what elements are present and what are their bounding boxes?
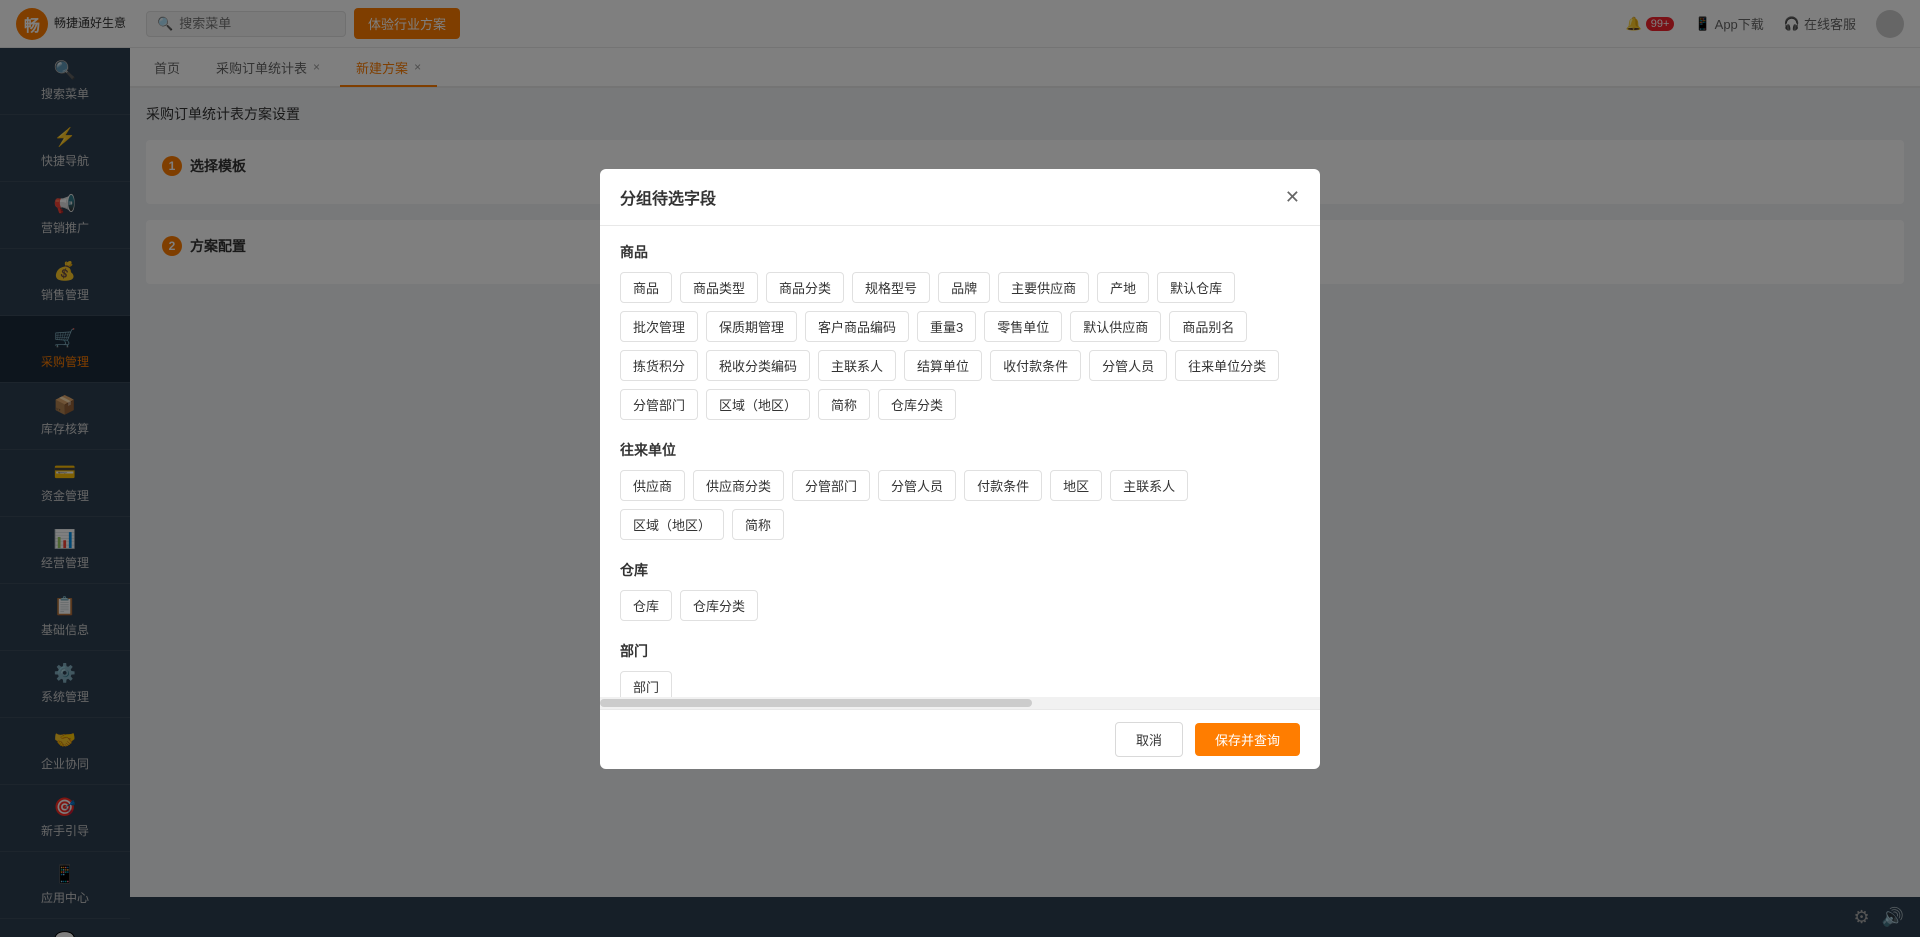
- field-tag[interactable]: 默认仓库: [1157, 272, 1235, 303]
- modal-body[interactable]: 商品 商品 商品类型 商品分类 规格型号 品牌 主要供应商 产地 默认仓库 批次…: [600, 226, 1320, 697]
- modal-title: 分组待选字段: [620, 185, 716, 209]
- field-tag[interactable]: 分管人员: [878, 470, 956, 501]
- modal-overlay: 分组待选字段 ✕ 商品 商品 商品类型 商品分类 规格型号 品牌 主要供应商 产…: [0, 0, 1920, 937]
- field-tag[interactable]: 客户商品编码: [805, 311, 909, 342]
- field-tag[interactable]: 重量3: [917, 311, 976, 342]
- field-tag[interactable]: 仓库分类: [878, 389, 956, 420]
- field-tag[interactable]: 地区: [1050, 470, 1102, 501]
- modal-close-button[interactable]: ✕: [1285, 188, 1300, 206]
- section-title-department: 部门: [620, 641, 1300, 661]
- field-select-modal: 分组待选字段 ✕ 商品 商品 商品类型 商品分类 规格型号 品牌 主要供应商 产…: [600, 169, 1320, 769]
- field-tag[interactable]: 区域（地区）: [706, 389, 810, 420]
- field-tag[interactable]: 批次管理: [620, 311, 698, 342]
- section-product: 商品 商品 商品类型 商品分类 规格型号 品牌 主要供应商 产地 默认仓库 批次…: [620, 242, 1300, 420]
- section-department: 部门 部门: [620, 641, 1300, 697]
- field-tag[interactable]: 仓库: [620, 590, 672, 621]
- cancel-button[interactable]: 取消: [1115, 722, 1183, 757]
- field-tag[interactable]: 规格型号: [852, 272, 930, 303]
- field-tag[interactable]: 供应商: [620, 470, 685, 501]
- product-tags: 商品 商品类型 商品分类 规格型号 品牌 主要供应商 产地 默认仓库 批次管理 …: [620, 272, 1300, 420]
- section-title-partner: 往来单位: [620, 440, 1300, 460]
- partner-tags: 供应商 供应商分类 分管部门 分管人员 付款条件 地区 主联系人 区域（地区） …: [620, 470, 1300, 540]
- section-title-warehouse: 仓库: [620, 560, 1300, 580]
- field-tag[interactable]: 供应商分类: [693, 470, 784, 501]
- scrollbar-thumb: [600, 699, 1032, 707]
- field-tag[interactable]: 付款条件: [964, 470, 1042, 501]
- field-tag[interactable]: 默认供应商: [1070, 311, 1161, 342]
- field-tag[interactable]: 主联系人: [818, 350, 896, 381]
- field-tag[interactable]: 往来单位分类: [1175, 350, 1279, 381]
- section-partner: 往来单位 供应商 供应商分类 分管部门 分管人员 付款条件 地区 主联系人 区域…: [620, 440, 1300, 540]
- horizontal-scrollbar[interactable]: [600, 697, 1320, 709]
- field-tag[interactable]: 商品别名: [1169, 311, 1247, 342]
- field-tag[interactable]: 商品: [620, 272, 672, 303]
- field-tag[interactable]: 仓库分类: [680, 590, 758, 621]
- modal-footer: 取消 保存并查询: [600, 709, 1320, 769]
- field-tag[interactable]: 保质期管理: [706, 311, 797, 342]
- field-tag[interactable]: 简称: [818, 389, 870, 420]
- field-tag[interactable]: 商品类型: [680, 272, 758, 303]
- field-tag[interactable]: 分管部门: [620, 389, 698, 420]
- field-tag[interactable]: 主要供应商: [998, 272, 1089, 303]
- field-tag[interactable]: 产地: [1097, 272, 1149, 303]
- field-tag[interactable]: 拣货积分: [620, 350, 698, 381]
- field-tag[interactable]: 主联系人: [1110, 470, 1188, 501]
- modal-header: 分组待选字段 ✕: [600, 169, 1320, 226]
- warehouse-tags: 仓库 仓库分类: [620, 590, 1300, 621]
- field-tag[interactable]: 分管人员: [1089, 350, 1167, 381]
- field-tag[interactable]: 零售单位: [984, 311, 1062, 342]
- field-tag[interactable]: 结算单位: [904, 350, 982, 381]
- field-tag[interactable]: 分管部门: [792, 470, 870, 501]
- field-tag[interactable]: 收付款条件: [990, 350, 1081, 381]
- section-warehouse: 仓库 仓库 仓库分类: [620, 560, 1300, 621]
- field-tag[interactable]: 品牌: [938, 272, 990, 303]
- field-tag[interactable]: 简称: [732, 509, 784, 540]
- section-title-product: 商品: [620, 242, 1300, 262]
- confirm-button[interactable]: 保存并查询: [1195, 723, 1300, 756]
- field-tag[interactable]: 区域（地区）: [620, 509, 724, 540]
- department-tags: 部门: [620, 671, 1300, 697]
- field-tag[interactable]: 税收分类编码: [706, 350, 810, 381]
- field-tag[interactable]: 部门: [620, 671, 672, 697]
- field-tag[interactable]: 商品分类: [766, 272, 844, 303]
